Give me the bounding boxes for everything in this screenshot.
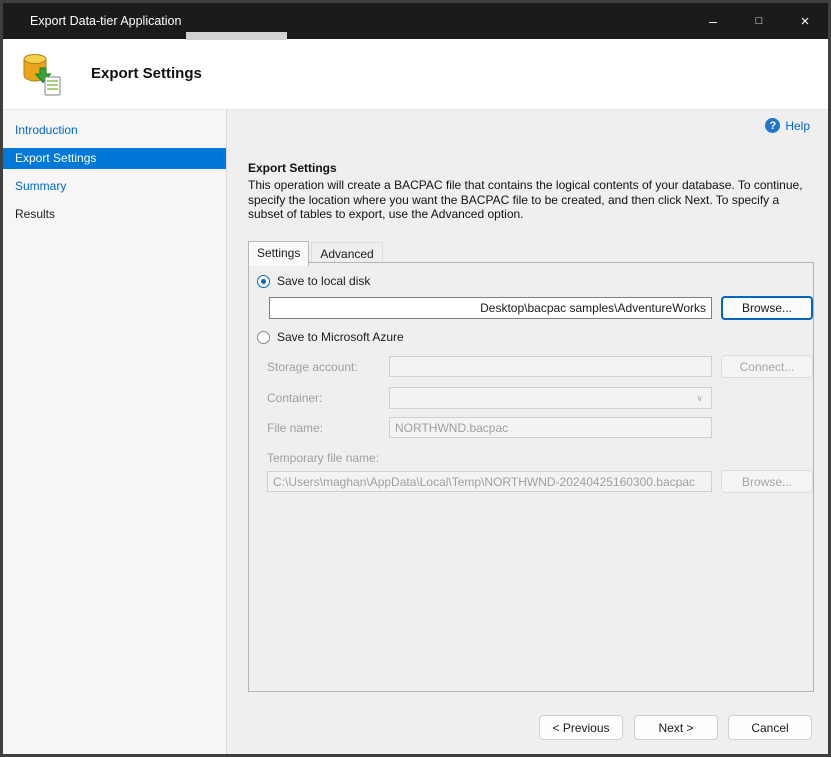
radio-off-icon xyxy=(257,331,270,344)
window-controls: – □ × xyxy=(690,3,828,39)
section-title: Export Settings xyxy=(248,161,337,175)
chevron-down-icon: ∨ xyxy=(696,393,703,404)
wizard-header: Export Settings xyxy=(3,39,828,110)
browse-local-disk-button[interactable]: Browse... xyxy=(721,296,813,320)
save-to-azure-label: Save to Microsoft Azure xyxy=(277,330,404,344)
close-icon: × xyxy=(801,14,810,29)
settings-tab-panel: Save to local disk Browse... Save to Mic… xyxy=(248,262,814,692)
maximize-button[interactable]: □ xyxy=(736,3,782,39)
minimize-button[interactable]: – xyxy=(690,3,736,39)
storage-account-label: Storage account: xyxy=(267,360,358,374)
temporary-file-name-label: Temporary file name: xyxy=(267,451,379,465)
help-link[interactable]: ? Help xyxy=(765,118,810,133)
sidebar-item-results: Results xyxy=(3,204,226,225)
help-icon: ? xyxy=(765,118,780,133)
previous-button[interactable]: < Previous xyxy=(539,715,623,740)
sidebar-item-export-settings[interactable]: Export Settings xyxy=(3,148,226,169)
radio-on-icon xyxy=(257,275,270,288)
database-export-icon xyxy=(16,49,66,99)
sidebar-item-introduction[interactable]: Introduction xyxy=(3,120,226,141)
wizard-content: ? Help Export Settings This operation wi… xyxy=(228,110,828,754)
connect-button: Connect... xyxy=(721,355,813,378)
local-disk-path-input[interactable] xyxy=(269,297,712,319)
next-button[interactable]: Next > xyxy=(634,715,718,740)
file-name-label: File name: xyxy=(267,421,323,435)
file-name-input xyxy=(389,417,712,438)
cancel-button[interactable]: Cancel xyxy=(728,715,812,740)
save-to-local-disk-radio[interactable]: Save to local disk xyxy=(257,274,370,288)
section-description: This operation will create a BACPAC file… xyxy=(248,178,816,222)
window-title: Export Data-tier Application xyxy=(30,14,181,28)
temporary-file-name-input xyxy=(267,471,712,492)
title-bar[interactable]: Export Data-tier Application – □ × xyxy=(3,3,828,39)
sidebar-item-summary[interactable]: Summary xyxy=(3,176,226,197)
minimize-icon: – xyxy=(709,14,717,28)
container-dropdown: ∨ xyxy=(389,387,712,409)
browse-temporary-button: Browse... xyxy=(721,470,813,493)
storage-account-input xyxy=(389,356,712,377)
help-label: Help xyxy=(785,119,810,133)
tab-settings[interactable]: Settings xyxy=(248,241,309,266)
wizard-nav-sidebar: Introduction Export Settings Summary Res… xyxy=(3,110,227,754)
page-title: Export Settings xyxy=(91,65,202,82)
save-to-local-disk-label: Save to local disk xyxy=(277,274,370,288)
container-label: Container: xyxy=(267,391,322,405)
save-to-azure-radio[interactable]: Save to Microsoft Azure xyxy=(257,330,404,344)
maximize-icon: □ xyxy=(756,16,763,27)
titlebar-artifact xyxy=(186,32,287,40)
export-wizard-window: Export Data-tier Application – □ × Expor… xyxy=(0,0,831,757)
close-button[interactable]: × xyxy=(782,3,828,39)
